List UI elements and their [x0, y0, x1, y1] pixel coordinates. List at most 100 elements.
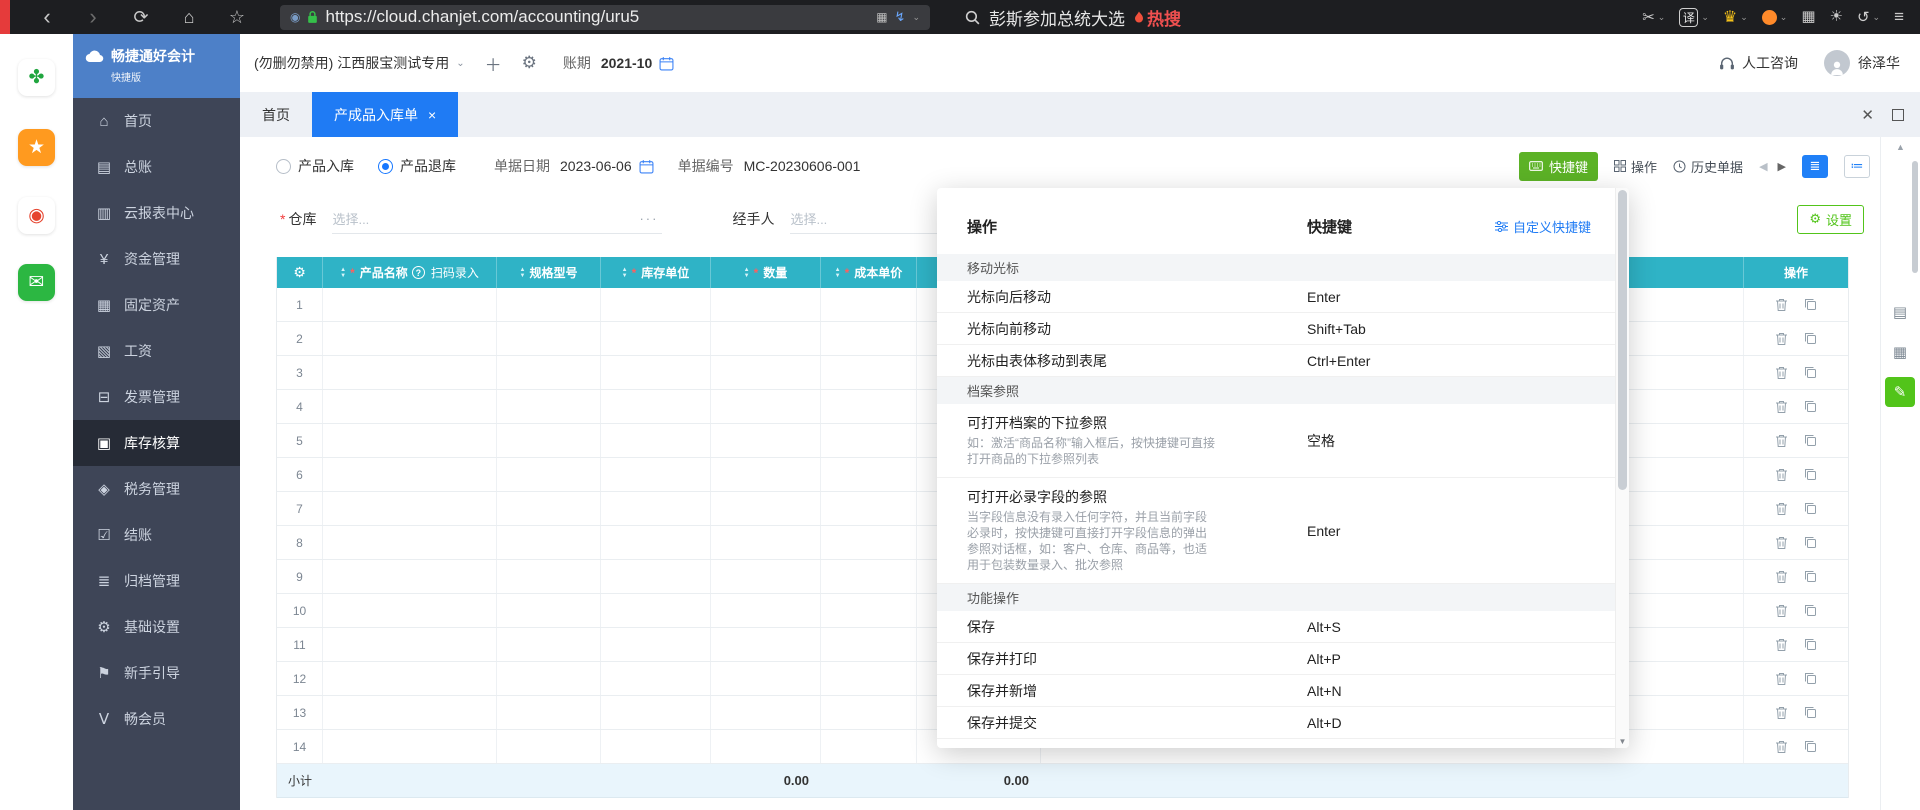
cell-product-name[interactable]: [323, 696, 497, 729]
cell-price[interactable]: [821, 288, 917, 321]
cell-unit[interactable]: [601, 288, 711, 321]
copy-row-icon[interactable]: [1804, 400, 1817, 413]
cell-spec[interactable]: [497, 526, 601, 559]
header-gear-icon[interactable]: ⚙: [277, 257, 323, 288]
qr-grid-icon[interactable]: ▦: [876, 10, 887, 24]
delete-row-icon[interactable]: [1775, 332, 1788, 346]
cell-qty[interactable]: [711, 424, 821, 457]
cell-unit[interactable]: [601, 424, 711, 457]
cell-product-name[interactable]: [323, 662, 497, 695]
account-settings-gear-icon[interactable]: ⚙: [522, 53, 537, 73]
reference-picker-icon[interactable]: ···: [635, 211, 662, 226]
column-settings-button[interactable]: ⚙ 设置: [1797, 204, 1864, 234]
sidebar-item-funds[interactable]: ¥ 资金管理: [73, 236, 240, 282]
calendar-icon[interactable]: [659, 56, 674, 71]
doc-date-value[interactable]: 2023-06-06: [560, 158, 632, 174]
cell-qty[interactable]: [711, 662, 821, 695]
url-bar[interactable]: ◉ https://cloud.chanjet.com/accounting/u…: [280, 4, 930, 30]
cell-qty[interactable]: [711, 492, 821, 525]
cell-unit[interactable]: [601, 526, 711, 559]
delete-row-icon[interactable]: [1775, 706, 1788, 720]
refresh-icon[interactable]: ⟳: [128, 0, 154, 34]
shortcut-keys-button[interactable]: 快捷键: [1519, 151, 1599, 181]
cell-unit[interactable]: [601, 390, 711, 423]
copy-row-icon[interactable]: [1804, 298, 1817, 311]
cell-qty[interactable]: [711, 730, 821, 763]
header-qty[interactable]: ▲ ▼ * 数量: [711, 257, 821, 288]
vip-crown-icon[interactable]: ♛ ⌄: [1723, 7, 1748, 27]
radio-circle-icon[interactable]: [276, 158, 291, 174]
cell-price[interactable]: [821, 560, 917, 593]
delete-row-icon[interactable]: [1775, 468, 1788, 482]
sidebar-item-inventory[interactable]: ▣ 库存核算: [73, 420, 240, 466]
url-caret-icon[interactable]: ⌄: [912, 12, 920, 23]
sidebar-item-fixed-assets[interactable]: ▦ 固定资产: [73, 282, 240, 328]
lightning-icon[interactable]: ↯: [895, 9, 906, 25]
cell-spec[interactable]: [497, 492, 601, 525]
history-undo-icon[interactable]: ↺ ⌄: [1857, 8, 1880, 26]
cell-product-name[interactable]: [323, 492, 497, 525]
delete-row-icon[interactable]: [1775, 400, 1788, 414]
scroll-down-icon[interactable]: ▼: [1616, 737, 1629, 746]
customize-shortcuts-link[interactable]: 自定义快捷键: [1494, 217, 1591, 236]
dock-calculator-icon[interactable]: ▦: [1885, 337, 1915, 367]
warehouse-select[interactable]: 选择... ···: [332, 204, 663, 234]
cell-unit[interactable]: [601, 492, 711, 525]
cell-product-name[interactable]: [323, 390, 497, 423]
prev-doc-icon[interactable]: ◀: [1759, 160, 1767, 173]
info-icon[interactable]: ?: [411, 266, 425, 279]
cell-price[interactable]: [821, 458, 917, 491]
cell-unit[interactable]: [601, 594, 711, 627]
cell-spec[interactable]: [497, 390, 601, 423]
sidebar-item-membership[interactable]: Ⅴ 畅会员: [73, 696, 240, 742]
cell-unit[interactable]: [601, 696, 711, 729]
cell-price[interactable]: [821, 356, 917, 389]
screenshot-scissors-icon[interactable]: ✂ ⌄: [1642, 8, 1665, 26]
cell-qty[interactable]: [711, 458, 821, 491]
home-icon[interactable]: ⌂: [176, 0, 202, 34]
cell-qty[interactable]: [711, 560, 821, 593]
url-text[interactable]: https://cloud.chanjet.com/accounting/uru…: [325, 7, 639, 27]
detail-view-toggle-icon[interactable]: ≔: [1844, 154, 1870, 178]
extension-orange-icon[interactable]: ⌄: [1761, 9, 1787, 25]
sidebar-item-beginner-guide[interactable]: ⚑ 新手引导: [73, 650, 240, 696]
sidebar-item-archive[interactable]: ≣ 归档管理: [73, 558, 240, 604]
header-price[interactable]: ▲ ▼ * 成本单价: [821, 257, 917, 288]
cell-price[interactable]: [821, 594, 917, 627]
cell-product-name[interactable]: [323, 560, 497, 593]
copy-row-icon[interactable]: [1804, 434, 1817, 447]
cell-product-name[interactable]: [323, 730, 497, 763]
cell-price[interactable]: [821, 390, 917, 423]
app-icon-mail[interactable]: ✉: [18, 264, 55, 301]
cell-price[interactable]: [821, 662, 917, 695]
scroll-up-icon[interactable]: ▲: [1881, 142, 1920, 152]
dock-edit-doc-icon[interactable]: ✎: [1885, 377, 1915, 407]
browser-search[interactable]: 彭斯参加总统大选 热搜: [964, 5, 1181, 30]
cell-product-name[interactable]: [323, 288, 497, 321]
scan-entry-label[interactable]: 扫码录入: [431, 264, 479, 281]
cell-unit[interactable]: [601, 662, 711, 695]
sort-icon[interactable]: ▲▼: [520, 267, 526, 279]
cell-price[interactable]: [821, 424, 917, 457]
delete-row-icon[interactable]: [1775, 740, 1788, 754]
cell-unit[interactable]: [601, 356, 711, 389]
copy-row-icon[interactable]: [1804, 740, 1817, 753]
tab-home[interactable]: 首页: [240, 92, 312, 137]
theme-icon[interactable]: ☀: [1830, 0, 1843, 34]
popup-scrollbar[interactable]: ▼: [1615, 188, 1629, 748]
account-set-dropdown[interactable]: (勿删勿禁用) 江西服宝测试专用: [254, 53, 449, 73]
sidebar-item-cloud-reports[interactable]: ▥ 云报表中心: [73, 190, 240, 236]
copy-row-icon[interactable]: [1804, 638, 1817, 651]
cell-product-name[interactable]: [323, 526, 497, 559]
delete-row-icon[interactable]: [1775, 366, 1788, 380]
cell-qty[interactable]: [711, 628, 821, 661]
copy-row-icon[interactable]: [1804, 332, 1817, 345]
cell-price[interactable]: [821, 628, 917, 661]
radio-product-return[interactable]: 产品退库: [378, 156, 456, 176]
back-icon[interactable]: ‹: [34, 0, 60, 34]
cell-spec[interactable]: [497, 628, 601, 661]
scrollbar-thumb[interactable]: [1912, 161, 1918, 273]
copy-row-icon[interactable]: [1804, 570, 1817, 583]
chevron-down-icon[interactable]: ⌄: [456, 58, 464, 69]
cell-spec[interactable]: [497, 322, 601, 355]
